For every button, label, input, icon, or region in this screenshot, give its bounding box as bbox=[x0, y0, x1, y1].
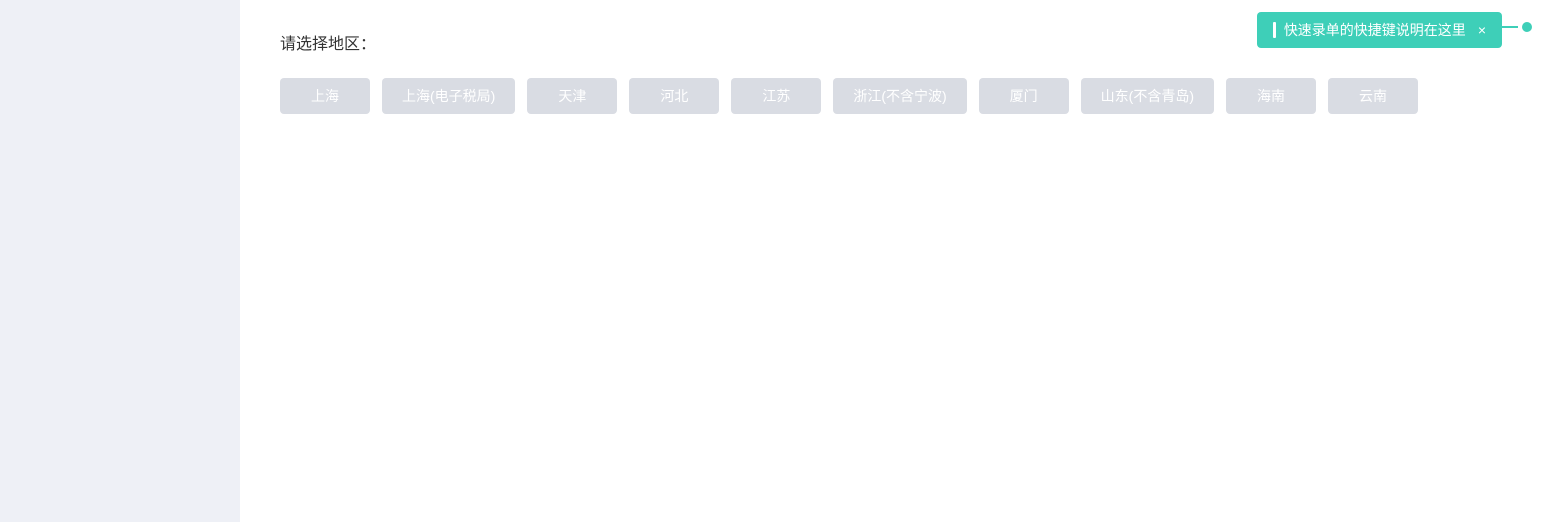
region-button-0[interactable]: 上海 bbox=[280, 78, 370, 114]
bar-indicator-icon bbox=[1273, 22, 1276, 38]
region-button-2[interactable]: 天津 bbox=[527, 78, 617, 114]
main-content: 请选择地区： 上海上海(电子税局)天津河北江苏浙江(不含宁波)厦门山东(不含青岛… bbox=[240, 0, 1562, 522]
region-buttons: 上海上海(电子税局) 天津河北江苏浙江(不含宁波) 厦门山东(不含青岛) 海南云南 bbox=[280, 78, 1522, 114]
region-button-9[interactable]: 云南 bbox=[1328, 78, 1418, 114]
region-button-4[interactable]: 江苏 bbox=[731, 78, 821, 114]
region-button-3[interactable]: 河北 bbox=[629, 78, 719, 114]
sidebar bbox=[0, 0, 240, 522]
tooltip-banner: 快速录单的快捷键说明在这里 × bbox=[1257, 12, 1502, 48]
dot-connector bbox=[1500, 22, 1532, 32]
region-button-5[interactable]: 浙江(不含宁波) bbox=[833, 78, 966, 114]
region-button-1[interactable]: 上海(电子税局) bbox=[382, 78, 515, 114]
dot-icon bbox=[1522, 22, 1532, 32]
region-button-8[interactable]: 海南 bbox=[1226, 78, 1316, 114]
tooltip-text: 快速录单的快捷键说明在这里 bbox=[1284, 20, 1466, 40]
connector-line bbox=[1500, 26, 1518, 28]
region-button-6[interactable]: 厦门 bbox=[979, 78, 1069, 114]
region-button-7[interactable]: 山东(不含青岛) bbox=[1081, 78, 1214, 114]
tooltip-close-button[interactable]: × bbox=[1478, 23, 1486, 37]
